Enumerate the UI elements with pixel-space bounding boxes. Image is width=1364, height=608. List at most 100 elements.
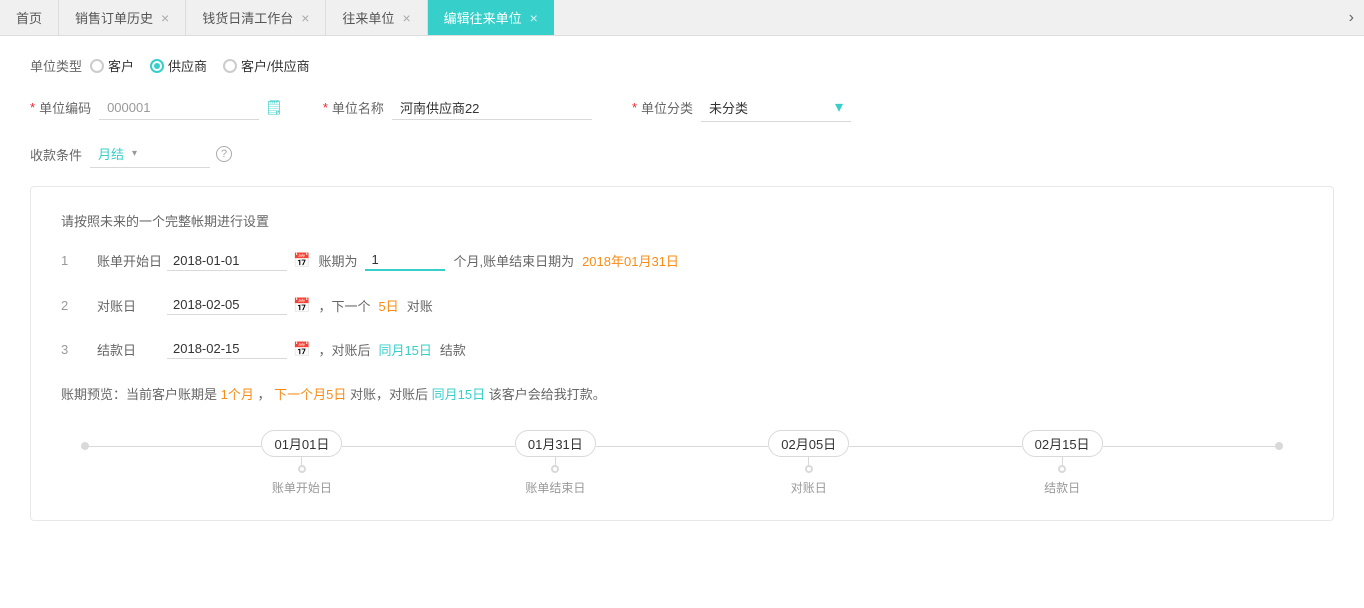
timeline-left-dot	[81, 442, 89, 450]
period-num-3: 3	[61, 342, 81, 357]
unit-name-group: * 单位名称	[323, 96, 592, 120]
timeline-dot-2	[551, 465, 559, 473]
tab-bar: 首页 销售订单历史 × 钱货日清工作台 × 往来单位 × 编辑往来单位 × ›	[0, 0, 1364, 36]
period-highlight-1: 2018年01月31日	[582, 251, 679, 270]
period-highlight-2: 5日	[378, 296, 398, 315]
timeline-container: 01月01日 账单开始日 01月31日 账单结束日	[61, 430, 1303, 496]
period-highlight-3: 同月15日	[378, 340, 431, 359]
radio-customer-circle	[90, 59, 104, 73]
preview-part2-prefix: ，	[258, 387, 271, 402]
unit-classify-chevron: ▾	[835, 97, 843, 117]
timeline-bubble-1: 01月01日	[261, 430, 342, 457]
timeline-node-3: 02月05日 对账日	[768, 430, 849, 496]
radio-supplier-circle	[150, 59, 164, 73]
radio-customer-supplier-circle	[223, 59, 237, 73]
radio-customer-supplier[interactable]: 客户/供应商	[223, 56, 310, 75]
tab-partner-units[interactable]: 往来单位 ×	[326, 0, 427, 35]
radio-supplier[interactable]: 供应商	[150, 56, 207, 75]
period-box-title: 请按照未来的一个完整帐期进行设置	[61, 211, 1303, 230]
timeline-label-2: 账单结束日	[525, 479, 585, 496]
tab-sales-order-history[interactable]: 销售订单历史 ×	[59, 0, 186, 35]
timeline-connector-3	[808, 457, 809, 465]
period-label-3: 结款日	[97, 340, 167, 359]
timeline-label-1: 账单开始日	[272, 479, 332, 496]
tab-edit-partner-unit[interactable]: 编辑往来单位 ×	[428, 0, 554, 35]
period-calendar-1[interactable]: 📅	[293, 252, 310, 269]
preview-part3-prefix: 对账，对账后	[350, 387, 428, 402]
unit-type-row: 单位类型 客户 供应商 客户/供应商	[30, 56, 1334, 75]
tab-close-sales-order[interactable]: ×	[161, 11, 169, 25]
radio-customer[interactable]: 客户	[90, 56, 134, 75]
period-text-2a: ，下一个	[318, 296, 370, 315]
timeline-dot-3	[805, 465, 813, 473]
timeline-seg-0	[89, 446, 261, 447]
period-label-2: 对账日	[97, 296, 167, 315]
payment-condition-select[interactable]: 月结 ▾	[90, 140, 210, 168]
timeline-dot-1	[298, 465, 306, 473]
preview-part3: 同月15日	[432, 387, 485, 402]
period-calendar-2[interactable]: 📅	[293, 297, 310, 314]
timeline-node-4: 02月15日 结款日	[1022, 430, 1103, 496]
period-date-2[interactable]	[167, 295, 287, 315]
preview-part2: 下一个月5日	[274, 387, 346, 402]
period-num-1: 1	[61, 253, 81, 268]
unit-type-radio-group: 客户 供应商 客户/供应商	[90, 56, 310, 75]
tab-close-edit-partner[interactable]: ×	[530, 11, 538, 25]
timeline-dot-4	[1058, 465, 1066, 473]
payment-condition-help[interactable]: ?	[216, 146, 232, 162]
unit-code-icon[interactable]: 🗒	[265, 99, 283, 116]
period-date-3[interactable]	[167, 339, 287, 359]
preview-part1: 1个月	[221, 387, 254, 402]
timeline-node-1: 01月01日 账单开始日	[261, 430, 342, 496]
period-row-3: 3 结款日 📅 ，对账后 同月15日 结款	[61, 339, 1303, 359]
period-label-1: 账单开始日	[97, 251, 167, 270]
unit-type-label: 单位类型	[30, 56, 82, 75]
tab-home[interactable]: 首页	[0, 0, 59, 35]
payment-condition-label: 收款条件	[30, 145, 82, 164]
timeline-right-dot	[1275, 442, 1283, 450]
preview-section: 账期预览：当前客户账期是 1个月 ， 下一个月5日 对账，对账后 同月15日 该…	[61, 383, 1303, 496]
timeline-label-3: 对账日	[791, 479, 827, 496]
tab-close-cash-goods[interactable]: ×	[301, 11, 309, 25]
timeline-seg-2	[596, 446, 768, 447]
preview-prefix: 账期预览：当前客户账期是	[61, 387, 217, 402]
period-text-1a: 账期为	[318, 251, 357, 270]
unit-classify-required: *	[632, 100, 637, 115]
payment-condition-chevron: ▾	[132, 148, 137, 159]
timeline-bubble-2: 01月31日	[515, 430, 596, 457]
timeline-label-4: 结款日	[1044, 479, 1080, 496]
period-settings-box: 请按照未来的一个完整帐期进行设置 1 账单开始日 📅 账期为 个月,账单结束日期…	[30, 186, 1334, 521]
tab-close-partner-units[interactable]: ×	[402, 11, 410, 25]
timeline-connector-1	[301, 457, 302, 465]
unit-info-row: * 单位编码 🗒 * 单位名称 * 单位分类 未分类 ▾	[30, 93, 1334, 122]
period-text-2b: 对账	[407, 296, 433, 315]
period-text-1b: 个月,账单结束日期为	[453, 251, 574, 270]
tab-more-button[interactable]: ›	[1339, 0, 1364, 35]
preview-suffix: 该客户会给我打款。	[489, 387, 606, 402]
unit-classify-group: * 单位分类 未分类 ▾	[632, 93, 851, 122]
period-calendar-3[interactable]: 📅	[293, 341, 310, 358]
main-content: 单位类型 客户 供应商 客户/供应商 * 单位编码 🗒 * 单位名称	[0, 36, 1364, 608]
timeline-seg-1	[342, 446, 514, 447]
unit-code-input[interactable]	[99, 96, 259, 120]
preview-text: 账期预览：当前客户账期是 1个月 ， 下一个月5日 对账，对账后 同月15日 该…	[61, 383, 1303, 406]
unit-name-label: 单位名称	[332, 98, 384, 117]
unit-classify-select[interactable]: 未分类 ▾	[701, 93, 851, 122]
timeline-bubble-4: 02月15日	[1022, 430, 1103, 457]
period-date-1[interactable]	[167, 251, 287, 271]
unit-name-input[interactable]	[392, 96, 592, 120]
unit-code-required: *	[30, 100, 35, 115]
timeline-bubble-3: 02月05日	[768, 430, 849, 457]
period-num-input-1[interactable]	[365, 250, 445, 271]
timeline-seg-4	[1103, 446, 1275, 447]
payment-condition-row: 收款条件 月结 ▾ ?	[30, 140, 1334, 168]
unit-classify-label: 单位分类	[641, 98, 693, 117]
period-text-3a: ，对账后	[318, 340, 370, 359]
timeline-left-end	[81, 442, 89, 450]
period-text-3b: 结款	[440, 340, 466, 359]
unit-code-label: 单位编码	[39, 98, 91, 117]
unit-code-group: * 单位编码 🗒	[30, 96, 283, 120]
period-row-2: 2 对账日 📅 ，下一个 5日 对账	[61, 295, 1303, 315]
tab-cash-goods-workbench[interactable]: 钱货日清工作台 ×	[186, 0, 326, 35]
unit-name-required: *	[323, 100, 328, 115]
